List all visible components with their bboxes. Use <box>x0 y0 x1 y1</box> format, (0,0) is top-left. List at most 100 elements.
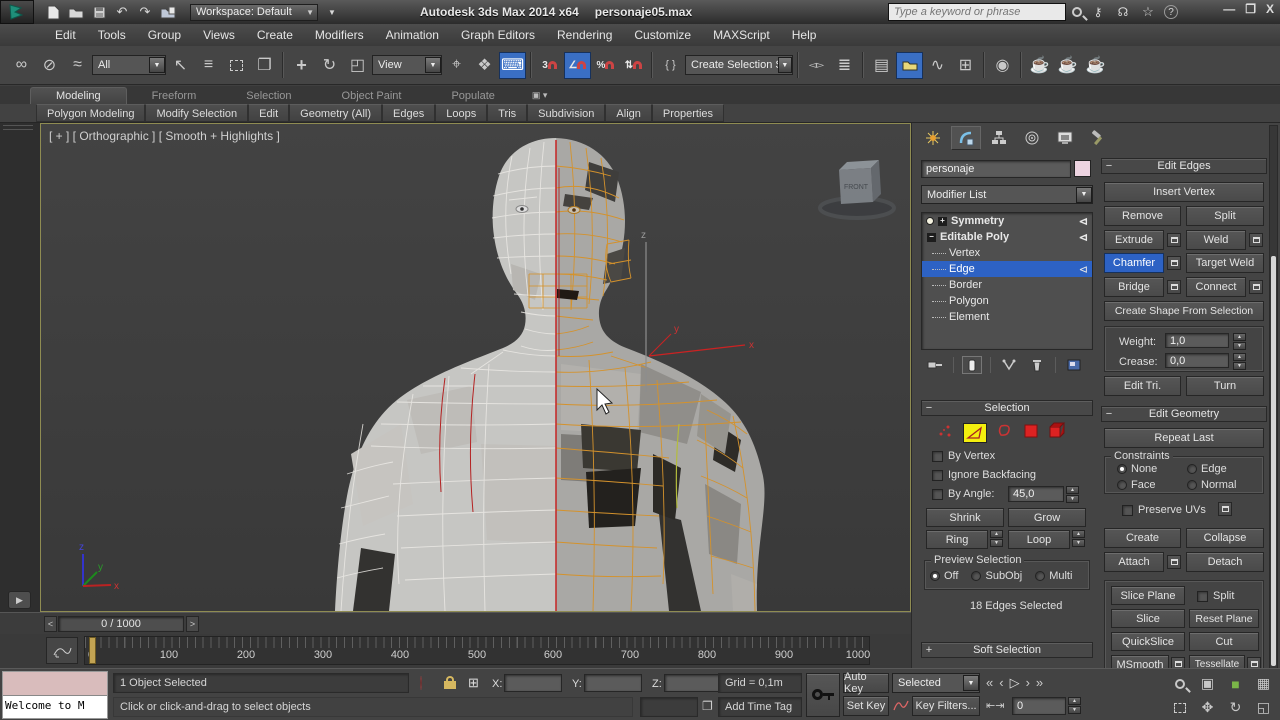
stack-item-vertex[interactable]: Vertex <box>922 245 1092 261</box>
configure-modifier-sets-icon[interactable] <box>1064 356 1084 374</box>
repeat-last-button[interactable]: Repeat Last <box>1104 428 1264 448</box>
collapse-button[interactable]: Collapse <box>1186 528 1264 548</box>
menu-views[interactable]: Views <box>192 25 246 45</box>
reference-coordinate-system-dropdown[interactable]: View ▼ <box>372 55 442 75</box>
weld-settings-icon[interactable] <box>1249 233 1263 247</box>
ribbon-panel-geometry-all[interactable]: Geometry (All) <box>289 104 383 122</box>
select-and-link-icon[interactable]: ∞ <box>8 52 35 79</box>
edge-mode-icon-active[interactable] <box>963 422 987 443</box>
utilities-tab-icon[interactable] <box>1083 126 1113 150</box>
stack-item-polygon[interactable]: Polygon <box>922 293 1092 309</box>
modifier-list-dropdown[interactable]: Modifier List ▼ <box>921 185 1093 204</box>
menu-help[interactable]: Help <box>781 25 828 45</box>
weld-button[interactable]: Weld <box>1186 230 1246 250</box>
preview-subobj-radio[interactable]: SubObj <box>971 570 1022 582</box>
zoom-icon[interactable] <box>1166 672 1193 695</box>
time-slider[interactable]: 0 / 1000 <box>58 616 184 632</box>
edit-edges-rollout-header[interactable]: − Edit Edges <box>1101 158 1267 174</box>
stack-item-edge[interactable]: Edge ⊲ <box>922 261 1092 277</box>
listener-macro-area[interactable] <box>3 672 107 696</box>
workspace-flyout-icon[interactable]: ▼ <box>323 4 341 20</box>
detach-button[interactable]: Detach <box>1186 552 1264 572</box>
favorites-star-icon[interactable]: ☆ <box>1139 4 1157 20</box>
set-keys-button[interactable] <box>806 673 840 717</box>
mirror-icon[interactable]: ◅▻ <box>803 52 830 79</box>
by-vertex-checkbox[interactable]: By Vertex <box>932 450 995 462</box>
edit-geometry-rollout-header[interactable]: − Edit Geometry <box>1101 406 1267 422</box>
soft-selection-rollout-header[interactable]: + Soft Selection <box>921 642 1093 658</box>
hierarchy-tab-icon[interactable] <box>984 126 1014 150</box>
constraint-none-radio[interactable]: None <box>1117 463 1157 475</box>
time-slider-handle[interactable] <box>89 637 96 664</box>
previous-frame-button[interactable]: < <box>44 616 57 632</box>
menu-maxscript[interactable]: MAXScript <box>702 25 781 45</box>
menu-group[interactable]: Group <box>137 25 192 45</box>
workspace-selector[interactable]: Workspace: Default ▼ <box>190 3 318 21</box>
preserve-uvs-settings-icon[interactable] <box>1218 502 1232 516</box>
chamfer-button[interactable]: Chamfer <box>1104 253 1164 273</box>
expand-panel-button[interactable]: ▶ <box>8 591 31 609</box>
percent-snap-toggle-icon[interactable]: % <box>592 52 619 79</box>
reset-plane-button[interactable]: Reset Plane <box>1189 609 1259 628</box>
render-production-icon[interactable]: ☕ <box>1082 52 1109 79</box>
split-button[interactable]: Split <box>1186 206 1264 226</box>
next-frame-icon[interactable]: › <box>1026 675 1030 691</box>
communication-center-icon[interactable]: ☊ <box>1114 4 1132 20</box>
shrink-button[interactable]: Shrink <box>926 508 1004 527</box>
constraint-normal-radio[interactable]: Normal <box>1187 479 1236 491</box>
menu-rendering[interactable]: Rendering <box>546 25 623 45</box>
toggle-ribbon-icon[interactable] <box>896 51 923 79</box>
quickslice-button[interactable]: QuickSlice <box>1111 632 1185 651</box>
ribbon-tab-object-paint[interactable]: Object Paint <box>317 88 427 104</box>
ignore-backfacing-checkbox[interactable]: Ignore Backfacing <box>932 469 1036 481</box>
insert-vertex-button[interactable]: Insert Vertex <box>1104 182 1264 202</box>
viewport-canvas[interactable]: z x y FRONT z y x <box>41 124 910 611</box>
slice-plane-button[interactable]: Slice Plane <box>1111 586 1185 605</box>
create-button[interactable]: Create <box>1104 528 1181 548</box>
material-editor-icon[interactable]: ◉ <box>989 52 1016 79</box>
element-mode-icon[interactable] <box>1048 422 1066 443</box>
grow-button[interactable]: Grow <box>1008 508 1086 527</box>
select-and-move-icon[interactable]: + <box>288 52 315 79</box>
selection-filter-dropdown[interactable]: All ▼ <box>92 55 166 75</box>
by-angle-checkbox[interactable]: By Angle: <box>932 488 994 500</box>
create-shape-button[interactable]: Create Shape From Selection <box>1104 301 1264 321</box>
bridge-settings-icon[interactable] <box>1167 280 1181 294</box>
open-file-icon[interactable] <box>67 4 85 20</box>
ribbon-panel-subdivision[interactable]: Subdivision <box>527 104 606 122</box>
menu-edit[interactable]: Edit <box>44 25 87 45</box>
help-icon[interactable]: ? <box>1164 5 1178 19</box>
viewport-label[interactable]: [ + ] [ Orthographic ] [ Smooth + Highli… <box>49 129 280 143</box>
extrude-button[interactable]: Extrude <box>1104 230 1164 250</box>
expand-icon[interactable]: + <box>938 216 947 226</box>
viewport[interactable]: [ + ] [ Orthographic ] [ Smooth + Highli… <box>40 123 911 612</box>
go-to-start-icon[interactable]: « <box>986 675 993 691</box>
vertex-mode-icon[interactable] <box>936 422 954 443</box>
ribbon-tab-selection[interactable]: Selection <box>221 88 316 104</box>
stack-item-element[interactable]: Element <box>922 309 1092 325</box>
turn-button[interactable]: Turn <box>1186 376 1264 396</box>
pin-stack-icon[interactable] <box>925 356 945 374</box>
track-bar-ruler[interactable]: 0 100 200 300 400 500 600 700 800 900 10… <box>84 636 870 665</box>
redo-icon[interactable]: ↷ <box>136 4 154 20</box>
set-key-button[interactable]: Set Key <box>843 696 889 716</box>
key-icon[interactable]: ⚷ <box>1089 4 1107 20</box>
restore-button[interactable]: ❐ <box>1245 2 1256 16</box>
default-in-out-tangents-icon[interactable] <box>893 697 909 716</box>
select-object-icon[interactable]: ↖ <box>167 52 194 79</box>
project-folder-icon[interactable] <box>159 4 177 20</box>
add-time-tag[interactable]: Add Time Tag <box>718 697 802 717</box>
ring-button[interactable]: Ring <box>926 530 988 549</box>
select-by-name-icon[interactable]: ≡ <box>195 52 222 79</box>
weight-spinner[interactable]: ▲ ▼ <box>1233 333 1246 350</box>
show-end-result-icon[interactable] <box>962 356 982 374</box>
ring-spinner[interactable]: ▲ ▼ <box>990 530 1003 547</box>
command-panel-scrollbar[interactable] <box>1269 125 1278 670</box>
isolate-selection-icon[interactable] <box>420 676 422 690</box>
render-setup-icon[interactable]: ☕ <box>1026 52 1053 79</box>
active-in-viewport-icon[interactable]: ⊲ <box>1079 231 1088 244</box>
new-scene-icon[interactable] <box>44 4 62 20</box>
constraint-edge-radio[interactable]: Edge <box>1187 463 1227 475</box>
remove-button[interactable]: Remove <box>1104 206 1181 226</box>
key-mode-dropdown[interactable]: Selected ▼ <box>892 673 980 693</box>
